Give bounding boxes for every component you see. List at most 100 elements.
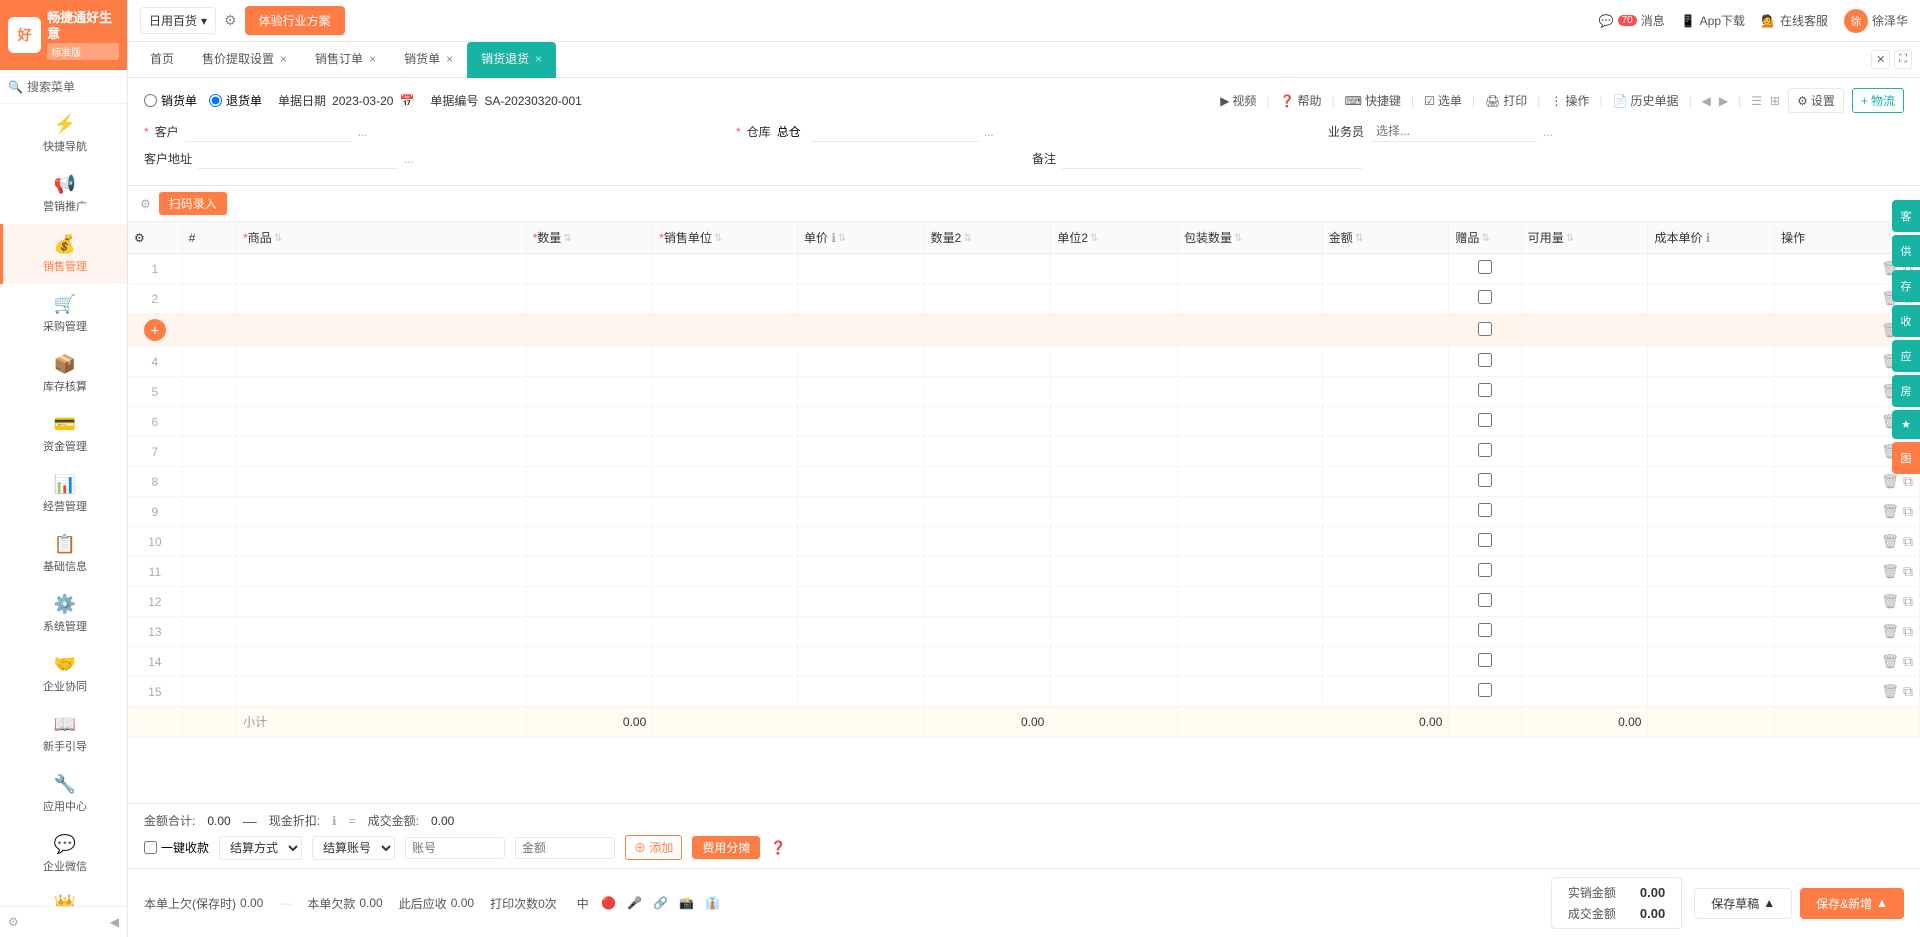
- tab-close-btn[interactable]: ✕: [1871, 50, 1890, 69]
- user-item[interactable]: 徐 徐泽华: [1844, 9, 1908, 33]
- delete-icon-12[interactable]: 🗑: [1881, 593, 1899, 610]
- row-1-qty2[interactable]: [924, 254, 1051, 284]
- delete-icon-14[interactable]: 🗑: [1881, 653, 1899, 670]
- taskbar-icon-3[interactable]: 🎤: [625, 893, 645, 913]
- row-1-amount[interactable]: [1322, 254, 1449, 284]
- industry-select[interactable]: 日用百货 ▾: [140, 7, 216, 34]
- copy-icon-14[interactable]: ⧉: [1903, 653, 1913, 670]
- tab-expand-btn[interactable]: ⛶: [1894, 50, 1912, 69]
- copy-icon-9[interactable]: ⧉: [1903, 503, 1913, 520]
- right-float-payable[interactable]: 应: [1892, 340, 1920, 372]
- delete-icon-9[interactable]: 🗑: [1881, 503, 1899, 520]
- sidebar-item-inventory[interactable]: 📦 库存核算: [0, 344, 127, 404]
- app-download-item[interactable]: 📱 App下载: [1681, 12, 1745, 29]
- sidebar-item-basic[interactable]: 📋 基础信息: [0, 524, 127, 584]
- operate-btn[interactable]: ⋮ 操作: [1550, 92, 1589, 109]
- sidebar-item-quick[interactable]: ⚡ 快捷导航: [0, 104, 127, 164]
- add-row-btn[interactable]: +: [144, 319, 166, 341]
- delete-icon-8[interactable]: 🗑: [1881, 473, 1899, 490]
- right-float-receive[interactable]: 收: [1892, 305, 1920, 337]
- tab-sales-order-close[interactable]: ×: [369, 52, 376, 66]
- salesperson-ellipsis[interactable]: ...: [1543, 125, 1553, 139]
- experience-btn[interactable]: 体验行业方案: [245, 6, 345, 35]
- settings-icon[interactable]: ⚙: [8, 915, 19, 929]
- add-logistics-btn[interactable]: + 物流: [1852, 88, 1904, 113]
- right-float-client[interactable]: 客: [1892, 200, 1920, 232]
- row-3-product[interactable]: [237, 314, 527, 347]
- tab-price-setup[interactable]: 售价提取设置 ×: [188, 42, 301, 78]
- table-gear-icon[interactable]: ⚙: [140, 197, 151, 211]
- settlement-select[interactable]: 结算方式: [219, 836, 302, 860]
- right-float-star[interactable]: ★: [1892, 410, 1920, 439]
- sidebar-item-member[interactable]: 👑 畅会员: [0, 884, 127, 906]
- copy-icon-13[interactable]: ⧉: [1903, 623, 1913, 640]
- tab-sales-close[interactable]: ×: [446, 52, 453, 66]
- sidebar-item-sales[interactable]: 💰 销售管理: [0, 224, 127, 284]
- nav-prev-icon[interactable]: ◀: [1702, 94, 1711, 108]
- sidebar-item-guide[interactable]: 📖 新手引导: [0, 704, 127, 764]
- set-btn[interactable]: ⚙ 设置: [1788, 88, 1844, 113]
- remarks-input[interactable]: [1062, 148, 1362, 169]
- right-float-supplier[interactable]: 供: [1892, 235, 1920, 267]
- sidebar-item-marketing[interactable]: 📢 营销推广: [0, 164, 127, 224]
- view-list-icon[interactable]: ☰: [1751, 94, 1762, 108]
- address-input[interactable]: [198, 148, 398, 169]
- sidebar-item-finance[interactable]: 💳 资金管理: [0, 404, 127, 464]
- right-float-stock[interactable]: 存: [1892, 270, 1920, 302]
- scan-btn[interactable]: 扫码录入: [159, 192, 227, 215]
- product-input-1[interactable]: [243, 262, 520, 276]
- copy-icon-11[interactable]: ⧉: [1903, 563, 1913, 580]
- row-2-product[interactable]: [237, 284, 527, 314]
- warehouse-input[interactable]: [811, 121, 978, 142]
- delete-icon-15[interactable]: 🗑: [1881, 683, 1899, 700]
- sidebar-item-operations[interactable]: 📊 经营管理: [0, 464, 127, 524]
- select-order-btn[interactable]: ☑ 选单: [1424, 92, 1462, 109]
- copy-icon-15[interactable]: ⧉: [1903, 683, 1913, 700]
- radio-sale-input[interactable]: [144, 94, 157, 107]
- address-ellipsis[interactable]: ...: [404, 152, 414, 166]
- history-btn[interactable]: 📄 历史单据: [1613, 92, 1679, 109]
- fee-split-btn[interactable]: 费用分摊: [692, 836, 760, 859]
- topbar-gear-icon[interactable]: ⚙: [224, 12, 237, 29]
- shortcut-btn[interactable]: ⌨ 快捷键: [1345, 92, 1401, 109]
- product-input-3[interactable]: [243, 323, 520, 337]
- billing-select[interactable]: 结算账号: [312, 836, 395, 860]
- calendar-icon[interactable]: 📅: [399, 94, 414, 108]
- copy-icon-10[interactable]: ⧉: [1903, 533, 1913, 550]
- sidebar-item-purchase[interactable]: 🛒 采购管理: [0, 284, 127, 344]
- radio-return-input[interactable]: [209, 94, 222, 107]
- row-1-unit[interactable]: [653, 254, 798, 284]
- sidebar-search[interactable]: 🔍 搜索菜单: [0, 70, 127, 104]
- view-grid-icon[interactable]: ⊞: [1770, 94, 1780, 108]
- copy-icon-12[interactable]: ⧉: [1903, 593, 1913, 610]
- right-float-room[interactable]: 房: [1892, 375, 1920, 407]
- row-1-product[interactable]: [237, 254, 527, 284]
- delete-icon-10[interactable]: 🗑: [1881, 533, 1899, 550]
- fee-help-icon[interactable]: ❓: [770, 840, 786, 856]
- salesperson-input[interactable]: [1370, 121, 1537, 142]
- notification-item[interactable]: 💬 70 消息: [1599, 12, 1665, 29]
- right-float-graph[interactable]: 图: [1892, 442, 1920, 474]
- radio-return[interactable]: 退货单: [209, 92, 262, 109]
- sidebar-item-apps[interactable]: 🔧 应用中心: [0, 764, 127, 824]
- taskbar-icon-2[interactable]: 🔴: [599, 893, 619, 913]
- customer-input[interactable]: [185, 121, 352, 142]
- row-1-price[interactable]: [798, 254, 925, 284]
- row-1-unit2[interactable]: [1051, 254, 1178, 284]
- warehouse-ellipsis[interactable]: ...: [984, 125, 994, 139]
- row-1-pack[interactable]: [1177, 254, 1322, 284]
- tab-home[interactable]: 首页: [136, 42, 188, 78]
- delete-icon-13[interactable]: 🗑: [1881, 623, 1899, 640]
- collapse-icon[interactable]: ◀: [110, 915, 119, 929]
- save-draft-btn[interactable]: 保存草稿 ▲: [1694, 888, 1792, 919]
- sidebar-item-enterprise[interactable]: 🤝 企业协同: [0, 644, 127, 704]
- gift-check-3[interactable]: [1478, 322, 1492, 336]
- nav-next-icon[interactable]: ▶: [1719, 94, 1728, 108]
- copy-icon-8[interactable]: ⧉: [1903, 473, 1913, 490]
- account-input[interactable]: [405, 837, 505, 859]
- one-key-pay-input[interactable]: [144, 841, 157, 854]
- tab-sales[interactable]: 销货单 ×: [390, 42, 467, 78]
- amount-input[interactable]: [515, 837, 615, 859]
- sidebar-item-wechat[interactable]: 💬 企业微信: [0, 824, 127, 884]
- taskbar-icon-4[interactable]: 🔗: [651, 893, 671, 913]
